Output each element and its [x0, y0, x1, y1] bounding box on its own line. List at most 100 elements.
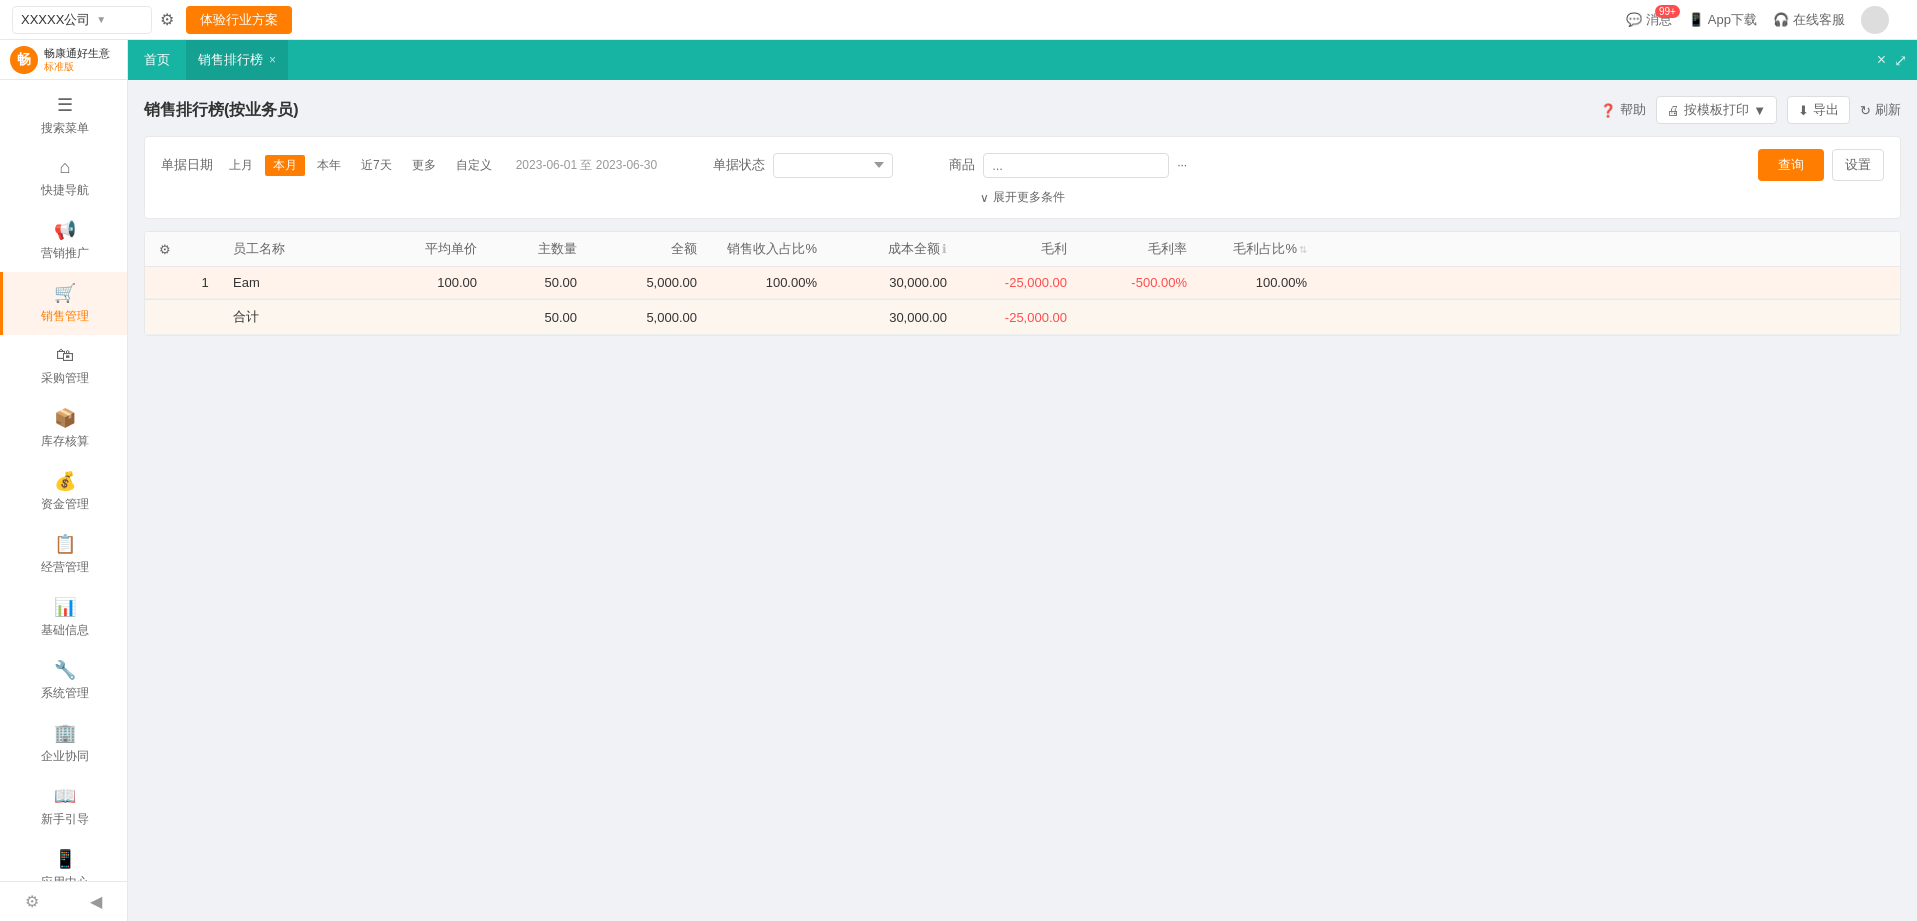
export-label: 导出	[1813, 101, 1839, 119]
message-badge: 99+	[1655, 5, 1680, 18]
row-avg-price: 100.00	[385, 275, 485, 290]
th-qty: 主数量	[485, 240, 585, 258]
row-sales-pct: 100.00%	[705, 275, 825, 290]
goods-filter: 商品 ···	[949, 153, 1187, 178]
sidebar-label-inventory: 库存核算	[41, 433, 89, 450]
tab-sales-ranking[interactable]: 销售排行榜 ×	[186, 40, 288, 80]
row-profit-pct: 100.00%	[1195, 275, 1315, 290]
enterprise-icon: 🏢	[54, 722, 76, 744]
logo-line1: 畅康通好生意	[44, 46, 110, 60]
date-tab-7days[interactable]: 近7天	[353, 155, 400, 176]
content-area: 首页 销售排行榜 × × ⤢ 销售排行榜(按业务员) ❓	[128, 40, 1917, 921]
export-button[interactable]: ⬇ 导出	[1787, 96, 1850, 124]
message-button[interactable]: 💬 消息 99+	[1626, 11, 1672, 29]
search-order-icon: ☰	[57, 94, 73, 116]
date-range-text: 2023-06-01 至 2023-06-30	[516, 157, 657, 174]
filter-row-1: 单据日期 上月 本月 本年 近7天 更多 自定义	[161, 149, 1884, 181]
sidebar-label-marketing: 营销推广	[41, 245, 89, 262]
operations-icon: 📋	[54, 533, 76, 555]
status-label: 单据状态	[713, 156, 765, 174]
date-tab-custom[interactable]: 自定义	[448, 155, 500, 176]
sidebar-label-enterprise: 企业协同	[41, 748, 89, 765]
cost-info-icon[interactable]: ℹ	[942, 242, 947, 256]
sidebar-item-purchase[interactable]: 🛍 采购管理	[0, 335, 127, 397]
sidebar: 畅 畅康通好生意 标准版 ☰ 搜索菜单 ⌂ 快捷导航 📢 营销推广	[0, 40, 128, 921]
logo-line2: 标准版	[44, 60, 110, 73]
goods-more-btn[interactable]: ···	[1177, 158, 1187, 172]
date-range-display: 2023-06-01 至 2023-06-30	[516, 157, 657, 174]
th-name: 员工名称	[225, 240, 385, 258]
date-tab-last-month[interactable]: 上月	[221, 155, 261, 176]
sidebar-item-inventory[interactable]: 📦 库存核算	[0, 397, 127, 460]
sidebar-item-sales[interactable]: 🛒 销售管理	[0, 272, 127, 335]
refresh-button[interactable]: ↻ 刷新	[1860, 101, 1901, 119]
footer-amount: 5,000.00	[585, 310, 705, 325]
app-download-button[interactable]: 📱 App下载	[1688, 11, 1757, 29]
sidebar-label-purchase: 采购管理	[41, 370, 89, 387]
sidebar-bottom: ⚙ ◀	[0, 881, 127, 921]
tab-home[interactable]: 首页	[128, 40, 186, 80]
settings-button[interactable]: 设置	[1832, 149, 1884, 181]
app-center-icon: 📱	[54, 848, 76, 870]
top-right-actions: 💬 消息 99+ 📱 App下载 🎧 在线客服	[1626, 6, 1905, 34]
sidebar-label-operations: 经营管理	[41, 559, 89, 576]
help-label: 帮助	[1620, 101, 1646, 119]
sidebar-settings-btn[interactable]: ⚙	[25, 892, 39, 911]
profit-pct-sort-icon[interactable]: ⇅	[1299, 244, 1307, 255]
sidebar-item-guide[interactable]: 📖 新手引导	[0, 775, 127, 838]
sidebar-label-finance: 资金管理	[41, 496, 89, 513]
sidebar-label-basic-info: 基础信息	[41, 622, 89, 639]
row-amount: 5,000.00	[585, 275, 705, 290]
date-tab-this-month[interactable]: 本月	[265, 155, 305, 176]
trial-button[interactable]: 体验行业方案	[186, 6, 292, 34]
finance-icon: 💰	[54, 470, 76, 492]
th-cost: 成本全额 ℹ	[825, 240, 955, 258]
sidebar-label-guide: 新手引导	[41, 811, 89, 828]
footer-profit: -25,000.00	[955, 310, 1075, 325]
row-rank: 1	[185, 275, 225, 290]
headset-icon: 🎧	[1773, 12, 1789, 27]
company-selector[interactable]: XXXXX公司 ▼	[12, 6, 152, 34]
online-service-button[interactable]: 🎧 在线客服	[1773, 11, 1845, 29]
column-settings-icon[interactable]: ⚙	[159, 242, 171, 257]
th-sales-pct: 销售收入占比%	[705, 240, 825, 258]
print-label: 按模板打印	[1684, 101, 1749, 119]
row-profit: -25,000.00	[955, 275, 1075, 290]
goods-input[interactable]	[983, 153, 1169, 178]
tab-bar: 首页 销售排行榜 × × ⤢	[128, 40, 1917, 80]
sidebar-item-system[interactable]: 🔧 系统管理	[0, 649, 127, 712]
expand-conditions-btn[interactable]: ∨ 展开更多条件	[980, 189, 1065, 206]
sidebar-item-enterprise[interactable]: 🏢 企业协同	[0, 712, 127, 775]
sidebar-item-quick-nav[interactable]: ⌂ 快捷导航	[0, 147, 127, 209]
sidebar-item-basic-info[interactable]: 📊 基础信息	[0, 586, 127, 649]
table-footer: 合计 50.00 5,000.00 30,000.00 -25,000.00	[145, 299, 1900, 335]
sidebar-item-marketing[interactable]: 📢 营销推广	[0, 209, 127, 272]
th-avg-price: 平均单价	[385, 240, 485, 258]
top-bar: XXXXX公司 ▼ ⚙ 体验行业方案 💬 消息 99+ 📱 App下载 🎧 在线…	[0, 0, 1917, 40]
settings-icon[interactable]: ⚙	[160, 10, 174, 29]
th-settings[interactable]: ⚙	[145, 242, 185, 257]
sidebar-collapse-btn[interactable]: ◀	[90, 892, 102, 911]
status-select[interactable]	[773, 153, 893, 178]
company-name: XXXXX公司	[21, 11, 90, 29]
date-label: 单据日期	[161, 156, 213, 174]
help-button[interactable]: ❓ 帮助	[1600, 101, 1646, 119]
window-maximize-icon[interactable]: ⤢	[1894, 51, 1907, 70]
tab-close-icon[interactable]: ×	[269, 53, 276, 67]
sales-icon: 🛒	[54, 282, 76, 304]
sidebar-item-finance[interactable]: 💰 资金管理	[0, 460, 127, 523]
expand-icon: ∨	[980, 191, 989, 205]
date-tab-more[interactable]: 更多	[404, 155, 444, 176]
user-avatar[interactable]	[1861, 6, 1889, 34]
sidebar-label-app-center: 应用中心	[41, 874, 89, 881]
sidebar-label-search-order: 搜索菜单	[41, 120, 89, 137]
query-button[interactable]: 查询	[1758, 149, 1824, 181]
sidebar-label-quick-nav: 快捷导航	[41, 182, 89, 199]
tab-window-controls: × ⤢	[1877, 51, 1917, 70]
print-button[interactable]: 🖨 按模板打印 ▼	[1656, 96, 1777, 124]
sidebar-item-app-center[interactable]: 📱 应用中心	[0, 838, 127, 881]
sidebar-item-operations[interactable]: 📋 经营管理	[0, 523, 127, 586]
window-close-icon[interactable]: ×	[1877, 51, 1886, 69]
date-tab-this-year[interactable]: 本年	[309, 155, 349, 176]
sidebar-item-search-order[interactable]: ☰ 搜索菜单	[0, 84, 127, 147]
